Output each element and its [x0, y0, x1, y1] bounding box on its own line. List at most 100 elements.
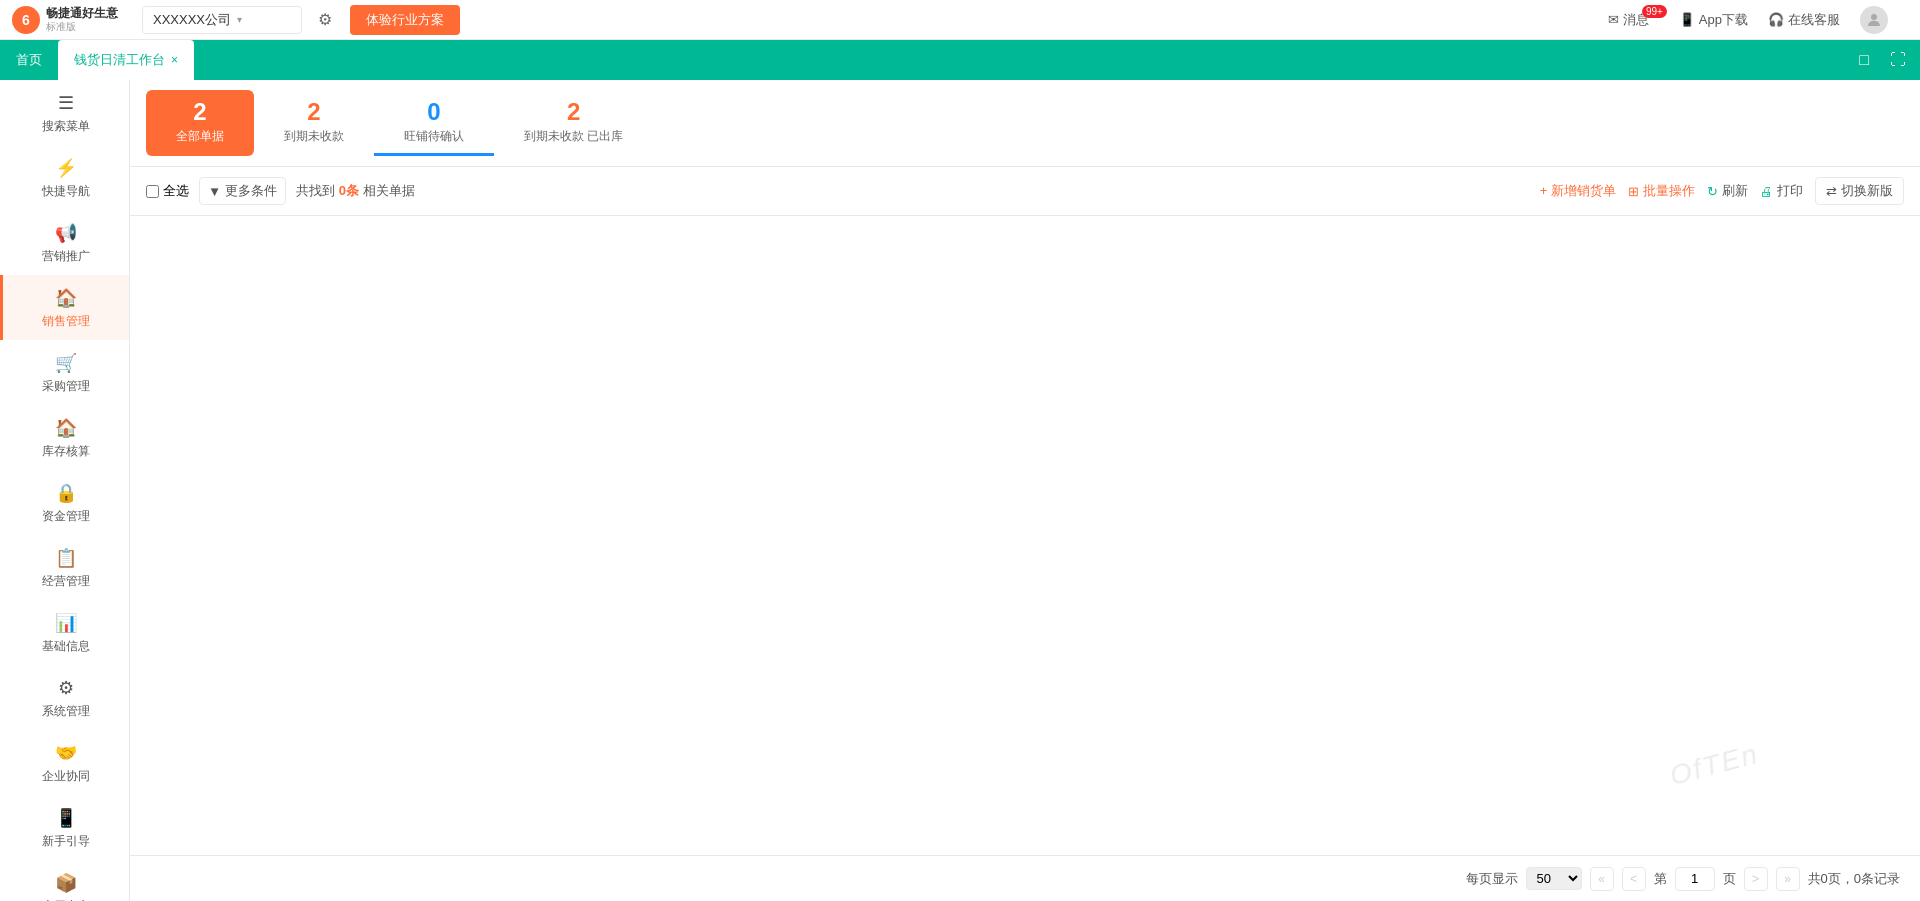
company-selector[interactable]: XXXXXX公司 ▾ [142, 6, 302, 34]
sales-icon: 🏠 [55, 287, 77, 309]
stat-card-shipped[interactable]: 2 到期未收款 已出库 [494, 90, 653, 156]
result-prefix: 共找到 [296, 183, 335, 198]
prev-page-button[interactable]: < [1622, 867, 1646, 891]
select-all-checkbox[interactable]: 全选 [146, 182, 189, 200]
stat-overdue-label: 到期未收款 [284, 128, 344, 145]
sidebar-item-app-center[interactable]: 📦 应用中心 [0, 860, 129, 901]
select-all-label: 全选 [163, 182, 189, 200]
company-name: XXXXXX公司 [153, 11, 231, 29]
settings-button[interactable]: ⚙ [310, 5, 340, 35]
logo-icon: 6 [12, 6, 40, 34]
table-area [130, 216, 1920, 855]
stat-overdue-num: 2 [307, 98, 320, 126]
stat-card-overdue[interactable]: 2 到期未收款 [254, 90, 374, 156]
pagination: 每页显示 50 20 100 « < 第 页 > » 共0页，0条记录 [130, 855, 1920, 901]
tab-close-icon[interactable]: × [171, 53, 178, 67]
online-service-button[interactable]: 🎧 在线客服 [1768, 11, 1840, 29]
select-all-input[interactable] [146, 185, 159, 198]
new-sale-order-button[interactable]: + 新增销货单 [1540, 182, 1616, 200]
batch-operation-button[interactable]: ⊞ 批量操作 [1628, 182, 1695, 200]
tabs-right-controls: □ ⛶ [1852, 48, 1920, 72]
cooperation-icon: 🤝 [55, 742, 77, 764]
toolbar-left: 全选 ▼ 更多条件 共找到 0条 相关单据 [146, 177, 1530, 205]
stat-shipped-num: 2 [567, 98, 580, 126]
tab-expand-button[interactable]: ⛶ [1886, 48, 1910, 72]
sidebar-item-label-finance: 资金管理 [42, 508, 90, 525]
system-icon: ⚙ [58, 677, 74, 699]
logo-area: 6 畅捷通好生意 标准版 [12, 6, 142, 34]
service-icon: 🎧 [1768, 12, 1784, 27]
message-icon: ✉ [1608, 12, 1619, 27]
operation-icon: 📋 [55, 547, 77, 569]
page-number-input[interactable] [1675, 867, 1715, 891]
page-label: 第 [1654, 870, 1667, 888]
sidebar-item-cooperation[interactable]: 🤝 企业协同 [0, 730, 129, 795]
batch-label: 批量操作 [1643, 182, 1695, 200]
first-page-button[interactable]: « [1590, 867, 1614, 891]
sidebar-item-quick-nav[interactable]: ⚡ 快捷导航 [0, 145, 129, 210]
print-icon: 🖨 [1760, 184, 1773, 199]
next-page-button[interactable]: > [1744, 867, 1768, 891]
sidebar-item-label-inventory: 库存核算 [42, 443, 90, 460]
stat-pending-num: 0 [427, 98, 440, 126]
tab-home[interactable]: 首页 [0, 40, 58, 80]
guide-icon: 📱 [55, 807, 77, 829]
inventory-icon: 🏠 [55, 417, 77, 439]
print-button[interactable]: 🖨 打印 [1760, 182, 1803, 200]
tab-home-label: 首页 [16, 51, 42, 69]
app-download-button[interactable]: 📱 App下载 [1679, 11, 1748, 29]
tab-qhrc[interactable]: 钱货日清工作台 × [58, 40, 194, 80]
header-right: ✉ 消息 99+ 📱 App下载 🎧 在线客服 [1608, 6, 1908, 34]
sidebar-item-search-menu[interactable]: ☰ 搜索菜单 [0, 80, 129, 145]
message-badge: 99+ [1642, 5, 1667, 18]
batch-icon: ⊞ [1628, 184, 1639, 199]
avatar[interactable] [1860, 6, 1888, 34]
sidebar-item-label-marketing: 营销推广 [42, 248, 90, 265]
logo-main-text: 畅捷通好生意 [46, 6, 118, 20]
refresh-label: 刷新 [1722, 182, 1748, 200]
sidebar-item-label-guide: 新手引导 [42, 833, 90, 850]
sidebar-item-label-basic-info: 基础信息 [42, 638, 90, 655]
sidebar-item-system[interactable]: ⚙ 系统管理 [0, 665, 129, 730]
stat-card-pending[interactable]: 0 旺铺待确认 [374, 90, 494, 156]
app-download-label: App下载 [1699, 11, 1748, 29]
toolbar-right: + 新增销货单 ⊞ 批量操作 ↻ 刷新 🖨 打印 ⇄ 切换新版 [1540, 177, 1904, 205]
sidebar-item-sales[interactable]: 🏠 销售管理 [0, 275, 129, 340]
stat-card-all[interactable]: 2 全部单据 [146, 90, 254, 156]
logo-sub-text: 标准版 [46, 21, 118, 33]
sidebar-item-basic-info[interactable]: 📊 基础信息 [0, 600, 129, 665]
total-records: 共0页，0条记录 [1808, 870, 1900, 888]
sidebar-item-label-cooperation: 企业协同 [42, 768, 90, 785]
sidebar-item-operation[interactable]: 📋 经营管理 [0, 535, 129, 600]
sidebar-item-label-sales: 销售管理 [42, 313, 90, 330]
filter-button[interactable]: ▼ 更多条件 [199, 177, 286, 205]
tab-minimize-button[interactable]: □ [1852, 48, 1876, 72]
page-size-select[interactable]: 50 20 100 [1526, 867, 1582, 890]
switch-version-button[interactable]: ⇄ 切换新版 [1815, 177, 1904, 205]
last-page-button[interactable]: » [1776, 867, 1800, 891]
content-area: 2 全部单据 2 到期未收款 0 旺铺待确认 2 到期未收款 已出库 全选 [130, 80, 1920, 901]
sidebar-item-guide[interactable]: 📱 新手引导 [0, 795, 129, 860]
switch-label: 切换新版 [1841, 182, 1893, 200]
logo-text: 畅捷通好生意 标准版 [46, 6, 118, 32]
app-center-icon: 📦 [55, 872, 77, 894]
sidebar-item-purchase[interactable]: 🛒 采购管理 [0, 340, 129, 405]
result-count: 0条 [339, 183, 359, 198]
sidebar-item-finance[interactable]: 🔒 资金管理 [0, 470, 129, 535]
toolbar: 全选 ▼ 更多条件 共找到 0条 相关单据 + 新增销货单 ⊞ 批量操作 [130, 167, 1920, 216]
print-label: 打印 [1777, 182, 1803, 200]
trial-button[interactable]: 体验行业方案 [350, 5, 460, 35]
page-size-label: 每页显示 [1466, 870, 1518, 888]
sidebar-item-marketing[interactable]: 📢 营销推广 [0, 210, 129, 275]
svg-point-0 [1871, 14, 1877, 20]
message-button[interactable]: ✉ 消息 99+ [1608, 11, 1659, 29]
page-suffix: 页 [1723, 870, 1736, 888]
stats-cards: 2 全部单据 2 到期未收款 0 旺铺待确认 2 到期未收款 已出库 [130, 80, 1920, 167]
refresh-button[interactable]: ↻ 刷新 [1707, 182, 1748, 200]
company-dropdown-arrow: ▾ [237, 14, 242, 25]
filter-label: 更多条件 [225, 182, 277, 200]
refresh-icon: ↻ [1707, 184, 1718, 199]
sidebar-item-label-purchase: 采购管理 [42, 378, 90, 395]
sidebar-item-inventory[interactable]: 🏠 库存核算 [0, 405, 129, 470]
search-menu-icon: ☰ [58, 92, 74, 114]
